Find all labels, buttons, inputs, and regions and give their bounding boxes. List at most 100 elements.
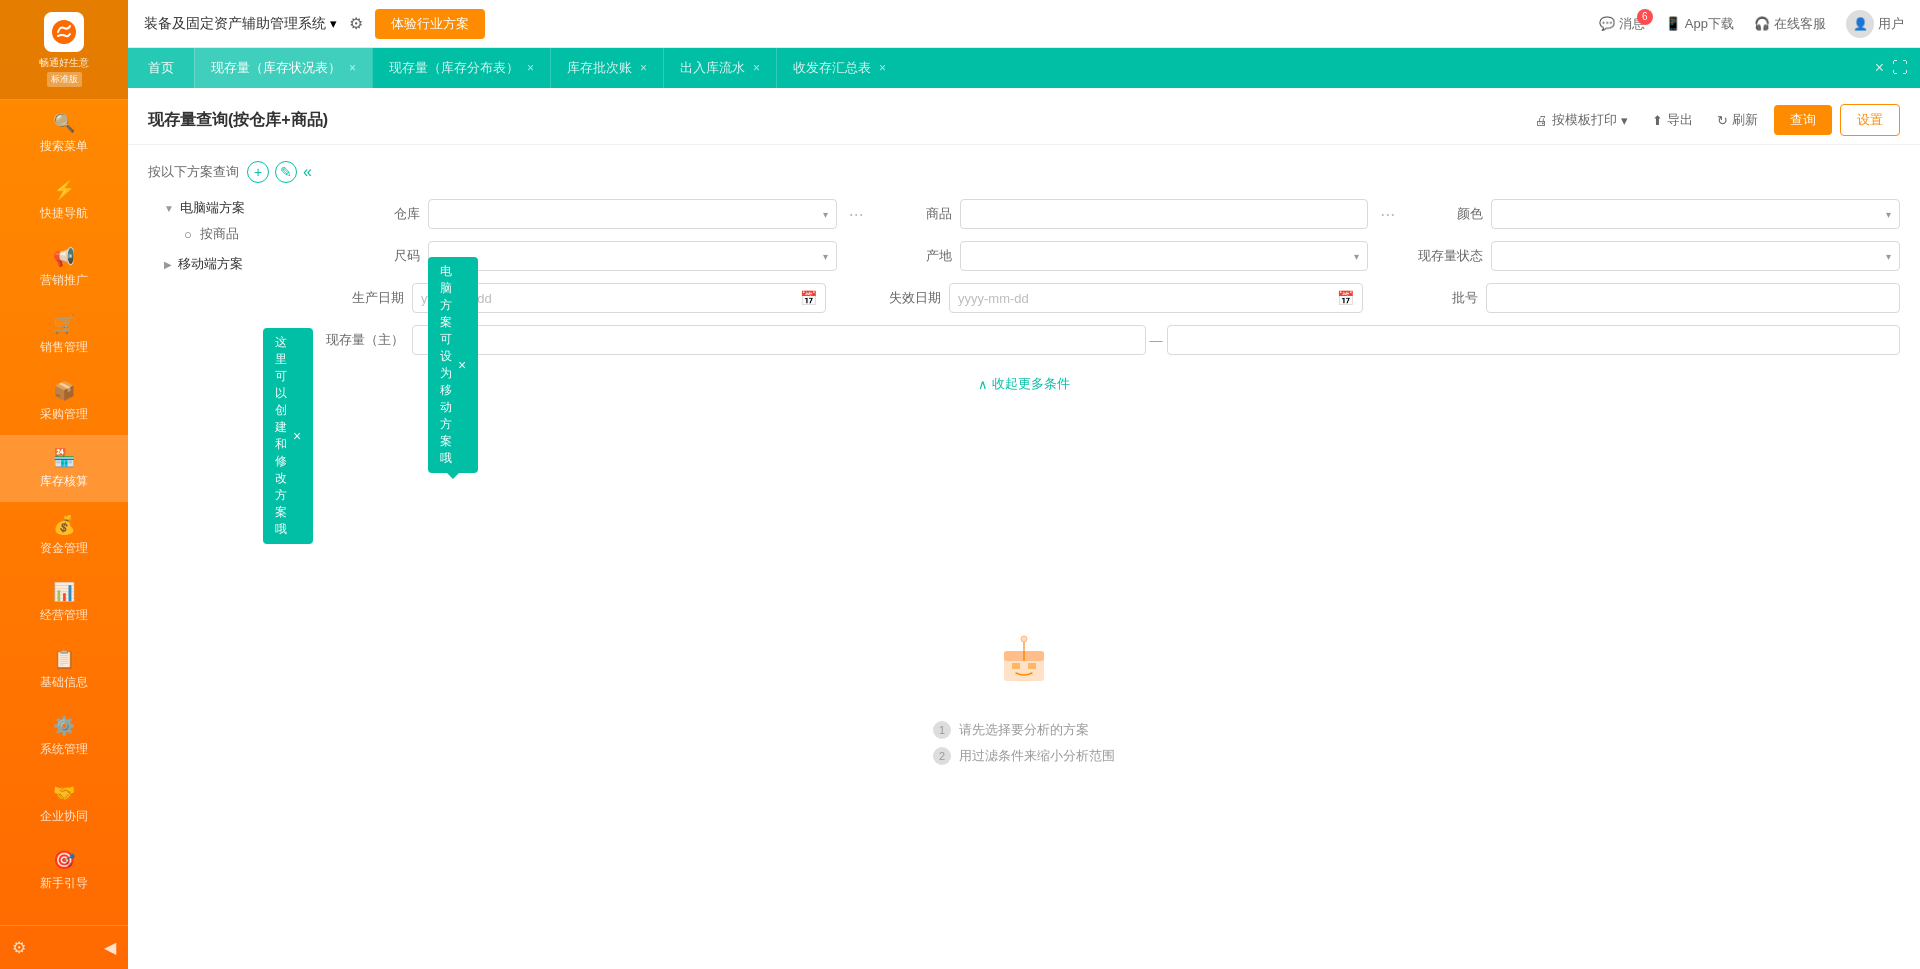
tab-inout-flow-close-icon[interactable]: × [753,61,760,75]
messages-icon-item[interactable]: 💬 6 消息 [1599,15,1645,33]
filter-edit-btn[interactable]: ✎ [275,161,297,183]
tip-text-2: 用过滤条件来缩小分析范围 [959,747,1115,765]
page-content: 现存量查询(按仓库+商品) 🖨 按模板打印 ▾ ⬆ 导出 ↻ 刷新 查询 设置 [128,88,1920,969]
sidebar-item-sales[interactable]: 🛒 销售管理 [0,301,128,368]
print-icon: 🖨 [1535,113,1548,128]
scheme-item-by-product-icon: ○ [184,227,192,242]
origin-select[interactable]: ▾ [960,241,1369,271]
system-settings-icon[interactable]: ⚙ [349,14,363,33]
online-support-label: 在线客服 [1774,15,1826,33]
message-bell-icon: 💬 [1599,16,1615,31]
sidebar-label-enterprise: 企业协同 [40,808,88,825]
warehouse-select[interactable]: ▾ [428,199,837,229]
tab-recv-summary[interactable]: 收发存汇总表 × [776,48,902,88]
sidebar-item-search-menu[interactable]: 🔍 搜索菜单 [0,100,128,167]
system-name-text: 装备及固定资产辅助管理系统 [144,15,326,33]
main-content: 装备及固定资产辅助管理系统 ▾ ⚙ 体验行业方案 💬 6 消息 📱 App下载 … [128,0,1920,969]
batch-input[interactable] [1486,283,1900,313]
sidebar: 畅通好生意 标准版 🔍 搜索菜单 ⚡ 快捷导航 📢 营销推广 🛒 销售管理 📦 … [0,0,128,969]
sidebar-icon-sales: 🛒 [53,313,75,335]
svg-rect-4 [1012,663,1020,669]
user-label: 用户 [1878,15,1904,33]
settings-button[interactable]: 设置 [1840,104,1900,136]
collapse-sidebar-icon[interactable]: ◀ [104,938,116,957]
print-label: 按模板打印 [1552,111,1617,129]
filter-add-btn[interactable]: + [247,161,269,183]
scheme-tooltip-1-content: 电脑方案可设为移动方案哦 × [428,257,478,473]
product-select[interactable] [960,199,1369,229]
size-select[interactable]: ▾ [428,241,837,271]
sidebar-icon-basic-info: 📋 [53,648,75,670]
tab-bar: 首页 现存量（库存状况表） × 现存量（库存分布表） × 库存批次账 × 出入库… [128,48,1920,88]
stock-status-arrow-icon: ▾ [1886,251,1891,262]
system-name-dropdown[interactable]: 装备及固定资产辅助管理系统 ▾ [144,15,337,33]
tab-inventory-distribution[interactable]: 现存量（库存分布表） × [372,48,550,88]
exp-date-input[interactable]: yyyy-mm-dd 📅 [949,283,1363,313]
sidebar-item-enterprise[interactable]: 🤝 企业协同 [0,770,128,837]
refresh-label: 刷新 [1732,111,1758,129]
tab-inventory-status[interactable]: 现存量（库存状况表） × [194,48,372,88]
sidebar-item-operations[interactable]: 📊 经营管理 [0,569,128,636]
empty-tip-1: 1 请先选择要分析的方案 [933,721,1115,739]
scheme-group-mobile-label: 移动端方案 [178,255,243,273]
tip-number-1: 1 [933,721,951,739]
sidebar-icon-enterprise: 🤝 [53,782,75,804]
tab-close-all-icon[interactable]: × [1875,59,1884,77]
user-avatar: 👤 [1846,10,1874,38]
export-button[interactable]: ⬆ 导出 [1644,107,1701,133]
filter-label: 按以下方案查询 [148,163,239,181]
print-button[interactable]: 🖨 按模板打印 ▾ [1527,107,1636,133]
scheme-item-by-product[interactable]: ○ 按商品 [164,221,324,247]
tab-inventory-distribution-close-icon[interactable]: × [527,61,534,75]
query-button[interactable]: 查询 [1774,105,1832,135]
trial-industry-button[interactable]: 体验行业方案 [375,9,485,39]
scheme-group-mobile-title[interactable]: ▶ 移动端方案 [164,255,324,273]
exp-date-placeholder: yyyy-mm-dd [958,291,1029,306]
online-support-item[interactable]: 🎧 在线客服 [1754,15,1826,33]
user-item[interactable]: 👤 用户 [1846,10,1904,38]
tab-inventory-batch[interactable]: 库存批次账 × [550,48,663,88]
sidebar-icon-operations: 📊 [53,581,75,603]
tab-home[interactable]: 首页 [128,48,194,88]
tip-number-2: 2 [933,747,951,765]
app-download-item[interactable]: 📱 App下载 [1665,15,1734,33]
tab-inout-flow[interactable]: 出入库流水 × [663,48,776,88]
filter-left-arrow-icon: « [303,163,312,181]
sidebar-item-marketing[interactable]: 📢 营销推广 [0,234,128,301]
stock-qty-max-input[interactable] [1167,325,1901,355]
sidebar-icon-purchase: 📦 [53,380,75,402]
logo-text: 畅通好生意 [39,56,89,70]
tab-inventory-status-close-icon[interactable]: × [349,61,356,75]
sidebar-item-guide[interactable]: 🎯 新手引导 [0,837,128,904]
stock-qty-min-input[interactable] [412,325,1146,355]
logo-icon [44,12,84,52]
settings-bottom-icon[interactable]: ⚙ [12,938,26,957]
sidebar-item-inventory[interactable]: 🏪 库存核算 [0,435,128,502]
filter-row-4: 现存量（主） — [324,325,1900,355]
collapse-label: 收起更多条件 [992,375,1070,393]
product-dots-icon[interactable]: ··· [1380,204,1395,225]
scheme-tooltip-1-close-icon[interactable]: × [458,357,466,373]
warehouse-dots-icon[interactable]: ··· [849,204,864,225]
sidebar-label-sales: 销售管理 [40,339,88,356]
page-header: 现存量查询(按仓库+商品) 🖨 按模板打印 ▾ ⬆ 导出 ↻ 刷新 查询 设置 [128,88,1920,145]
stock-qty-range-dash: — [1150,333,1163,348]
tab-fullscreen-icon[interactable]: ⛶ [1892,59,1908,77]
sidebar-item-system[interactable]: ⚙️ 系统管理 [0,703,128,770]
svg-rect-5 [1028,663,1036,669]
scheme-group-desktop-title[interactable]: ▼ 电脑端方案 [164,199,324,217]
scheme-tooltip-2-close-icon[interactable]: × [293,428,301,444]
collapse-conditions-button[interactable]: ∧ 收起更多条件 [148,367,1900,401]
tab-inventory-batch-close-icon[interactable]: × [640,61,647,75]
sidebar-item-purchase[interactable]: 📦 采购管理 [0,368,128,435]
sidebar-item-quick-nav[interactable]: ⚡ 快捷导航 [0,167,128,234]
sidebar-item-finance[interactable]: 💰 资金管理 [0,502,128,569]
stock-status-select[interactable]: ▾ [1491,241,1900,271]
sidebar-icon-inventory: 🏪 [53,447,75,469]
empty-tip-2: 2 用过滤条件来缩小分析范围 [933,747,1115,765]
sidebar-item-basic-info[interactable]: 📋 基础信息 [0,636,128,703]
refresh-button[interactable]: ↻ 刷新 [1709,107,1766,133]
sidebar-label-quick-nav: 快捷导航 [40,205,88,222]
tab-recv-summary-close-icon[interactable]: × [879,61,886,75]
color-select[interactable]: ▾ [1491,199,1900,229]
